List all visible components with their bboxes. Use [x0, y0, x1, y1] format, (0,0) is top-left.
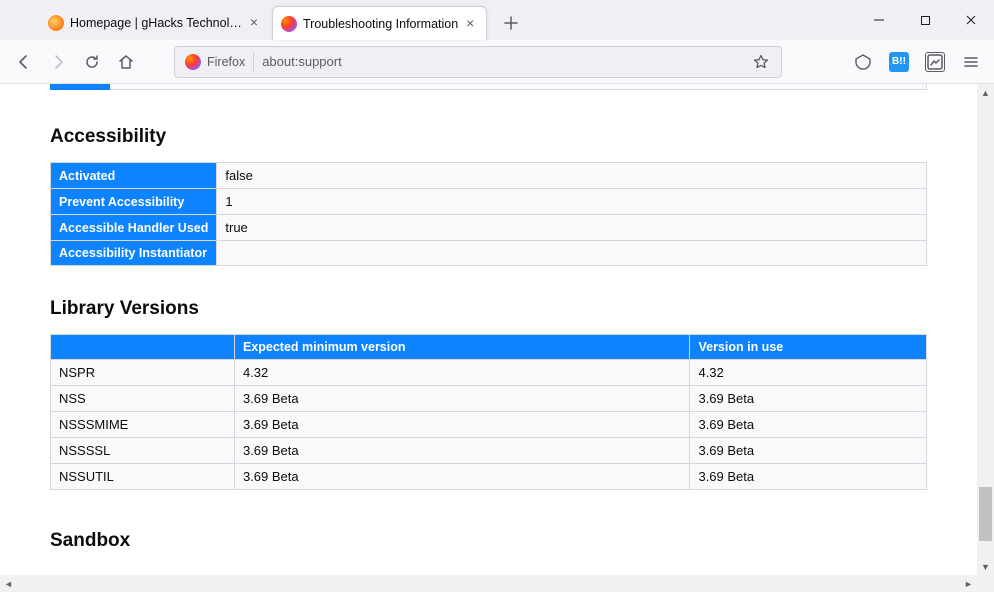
close-window-button[interactable] [948, 4, 994, 36]
about-support-content: Accessibility Activated false Prevent Ac… [0, 84, 977, 575]
url-text: about:support [262, 54, 342, 69]
maximize-button[interactable] [902, 4, 948, 36]
col-header [51, 335, 235, 360]
table-row: NSPR 4.32 4.32 [51, 360, 927, 386]
lib-expected: 3.69 Beta [234, 412, 690, 438]
content-viewport: Accessibility Activated false Prevent Ac… [0, 84, 977, 575]
table-row: Prevent Accessibility 1 [51, 189, 927, 215]
b-icon: B!! [889, 52, 909, 72]
close-icon[interactable]: × [462, 16, 478, 32]
bookmark-star-button[interactable] [747, 48, 775, 76]
previous-section-stub [50, 84, 927, 94]
table-row: Accessible Handler Used true [51, 215, 927, 241]
row-label: Accessible Handler Used [51, 215, 217, 241]
new-tab-button[interactable] [497, 9, 525, 37]
horizontal-scrollbar[interactable]: ◄ ► [0, 575, 977, 592]
table-row: Activated false [51, 163, 927, 189]
accessibility-table: Activated false Prevent Accessibility 1 … [50, 162, 927, 266]
scroll-corner [977, 575, 994, 592]
lib-name: NSSSMIME [51, 412, 235, 438]
table-row: NSSSMIME 3.69 Beta 3.69 Beta [51, 412, 927, 438]
row-value: 1 [217, 189, 927, 215]
table-row: NSSUTIL 3.69 Beta 3.69 Beta [51, 464, 927, 490]
pocket-button[interactable] [848, 47, 878, 77]
lib-expected: 3.69 Beta [234, 464, 690, 490]
lib-name: NSSUTIL [51, 464, 235, 490]
lib-name: NSS [51, 386, 235, 412]
col-header: Version in use [690, 335, 927, 360]
row-label: Accessibility Instantiator [51, 241, 217, 266]
table-row: NSSSSL 3.69 Beta 3.69 Beta [51, 438, 927, 464]
window-controls [856, 0, 994, 40]
tab-background[interactable]: Homepage | gHacks Technolog × [40, 6, 270, 40]
lib-inuse: 4.32 [690, 360, 927, 386]
lib-inuse: 3.69 Beta [690, 438, 927, 464]
scroll-down-arrow-icon[interactable]: ▼ [977, 558, 994, 575]
library-versions-table: Expected minimum version Version in use … [50, 334, 927, 490]
identity-box[interactable]: Firefox [181, 52, 254, 72]
vertical-scroll-thumb[interactable] [979, 487, 992, 541]
row-value: false [217, 163, 927, 189]
toolbar-right: B!! [848, 47, 986, 77]
close-icon[interactable]: × [246, 15, 262, 31]
reload-button[interactable] [76, 46, 108, 78]
lib-name: NSSSSL [51, 438, 235, 464]
row-label: Prevent Accessibility [51, 189, 217, 215]
urlbar[interactable]: Firefox about:support [174, 46, 782, 78]
section-heading-accessibility: Accessibility [50, 126, 927, 148]
screenshot-icon [925, 52, 945, 72]
lib-inuse: 3.69 Beta [690, 464, 927, 490]
ghacks-favicon-icon [48, 15, 64, 31]
navbar: Firefox about:support B!! [0, 40, 994, 84]
vertical-scrollbar[interactable]: ▲ ▼ [977, 84, 994, 575]
back-button[interactable] [8, 46, 40, 78]
titlebar: Homepage | gHacks Technolog × Troublesho… [0, 0, 994, 40]
lib-expected: 3.69 Beta [234, 386, 690, 412]
row-value [217, 241, 927, 266]
lib-expected: 4.32 [234, 360, 690, 386]
table-header-row: Expected minimum version Version in use [51, 335, 927, 360]
tab-active[interactable]: Troubleshooting Information × [272, 6, 487, 40]
lib-inuse: 3.69 Beta [690, 412, 927, 438]
firefox-identity-icon [185, 54, 201, 70]
forward-button[interactable] [42, 46, 74, 78]
row-value: true [217, 215, 927, 241]
scroll-left-arrow-icon[interactable]: ◄ [0, 575, 17, 592]
identity-label: Firefox [207, 55, 245, 69]
lib-name: NSPR [51, 360, 235, 386]
tab-label: Troubleshooting Information [303, 17, 458, 31]
tab-label: Homepage | gHacks Technolog [70, 16, 242, 30]
section-heading-library-versions: Library Versions [50, 298, 927, 320]
section-heading-sandbox: Sandbox [50, 530, 927, 552]
home-button[interactable] [110, 46, 142, 78]
screenshot-button[interactable] [920, 47, 950, 77]
scroll-up-arrow-icon[interactable]: ▲ [977, 84, 994, 101]
app-menu-button[interactable] [956, 47, 986, 77]
scroll-right-arrow-icon[interactable]: ► [960, 575, 977, 592]
table-row: Accessibility Instantiator [51, 241, 927, 266]
col-header: Expected minimum version [234, 335, 690, 360]
minimize-button[interactable] [856, 4, 902, 36]
row-label: Activated [51, 163, 217, 189]
firefox-favicon-icon [281, 16, 297, 32]
lib-inuse: 3.69 Beta [690, 386, 927, 412]
extension-b-button[interactable]: B!! [884, 47, 914, 77]
table-row: NSS 3.69 Beta 3.69 Beta [51, 386, 927, 412]
lib-expected: 3.69 Beta [234, 438, 690, 464]
